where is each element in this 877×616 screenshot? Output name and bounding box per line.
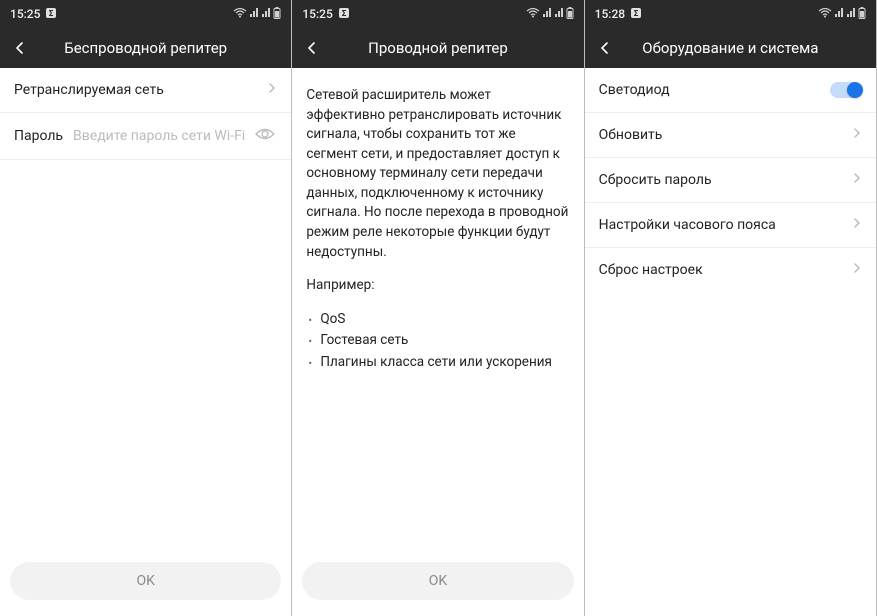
para-2: Например: [306,276,569,296]
header: Оборудование и система [585,28,876,68]
wifi-icon [526,7,540,21]
row-label: Светодиод [599,82,830,98]
screen-hardware-system: 15:28 Σ Оборудование и система [585,0,877,616]
row-timezone[interactable]: Настройки часового пояса [585,203,876,248]
password-label: Пароль [14,128,63,144]
wifi-icon [233,7,247,21]
password-input[interactable] [73,128,253,144]
list-item: Плагины класса сети или ускорения [306,353,569,373]
description-text: Сетевой расширитель может эффективно рет… [292,68,583,382]
chevron-right-icon [852,217,862,233]
row-label: Ретранслируемая сеть [14,82,267,98]
ok-button[interactable]: OK [302,562,573,600]
battery-icon [566,7,574,22]
notification-icon: Σ [45,7,57,22]
svg-text:Σ: Σ [342,9,347,18]
header: Беспроводной репитер [0,28,291,68]
signal-icon [249,7,259,21]
page-title: Оборудование и система [642,39,818,57]
page-title: Проводной репитер [368,39,508,57]
screen-wired-repeater: 15:25 Σ Проводной репитер С [292,0,584,616]
row-label: Настройки часового пояса [599,217,852,233]
row-factory-reset[interactable]: Сброс настроек [585,248,876,292]
svg-text:Σ: Σ [634,9,639,18]
row-reset-password[interactable]: Сбросить пароль [585,158,876,203]
signal-icon-2 [261,7,271,21]
chevron-right-icon [852,127,862,143]
bullet-list: QoS Гостевая сеть Плагины класса сети ил… [306,310,569,373]
signal-icon-2 [554,7,564,21]
page-title: Беспроводной репитер [64,39,227,57]
status-time: 15:25 [10,7,40,21]
led-toggle[interactable] [830,82,862,98]
row-label: Обновить [599,127,852,143]
notification-icon: Σ [338,7,350,22]
status-time: 15:28 [595,7,625,21]
list-item: QoS [306,310,569,330]
svg-text:Σ: Σ [49,9,54,18]
ok-label: OK [136,573,154,589]
status-time: 15:25 [302,7,332,21]
status-icons [818,7,866,22]
chevron-right-icon [852,172,862,188]
para-1: Сетевой расширитель может эффективно рет… [306,86,569,262]
back-button[interactable] [302,38,322,58]
status-icons [233,7,281,22]
list-item: Гостевая сеть [306,331,569,351]
row-password: Пароль [0,113,291,160]
row-led[interactable]: Светодиод [585,68,876,113]
signal-icon [542,7,552,21]
row-label: Сброс настроек [599,262,852,278]
signal-icon [834,7,844,21]
screen-wireless-repeater: 15:25 Σ Беспроводной репитер [0,0,292,616]
header: Проводной репитер [292,28,583,68]
battery-icon [273,7,281,22]
status-bar: 15:25 Σ [0,0,291,28]
back-button[interactable] [595,38,615,58]
toggle-knob [847,82,863,98]
row-relayed-network[interactable]: Ретранслируемая сеть [0,68,291,113]
status-bar: 15:25 Σ [292,0,583,28]
status-icons [526,7,574,22]
status-bar: 15:28 Σ [585,0,876,28]
row-label: Сбросить пароль [599,172,852,188]
wifi-icon [818,7,832,21]
notification-icon: Σ [630,7,642,22]
battery-icon [858,7,866,22]
signal-icon-2 [846,7,856,21]
row-update[interactable]: Обновить [585,113,876,158]
ok-button[interactable]: OK [10,562,281,600]
eye-icon[interactable] [253,127,277,145]
back-button[interactable] [10,38,30,58]
chevron-right-icon [852,262,862,278]
chevron-right-icon [267,82,277,98]
ok-label: OK [429,573,447,589]
